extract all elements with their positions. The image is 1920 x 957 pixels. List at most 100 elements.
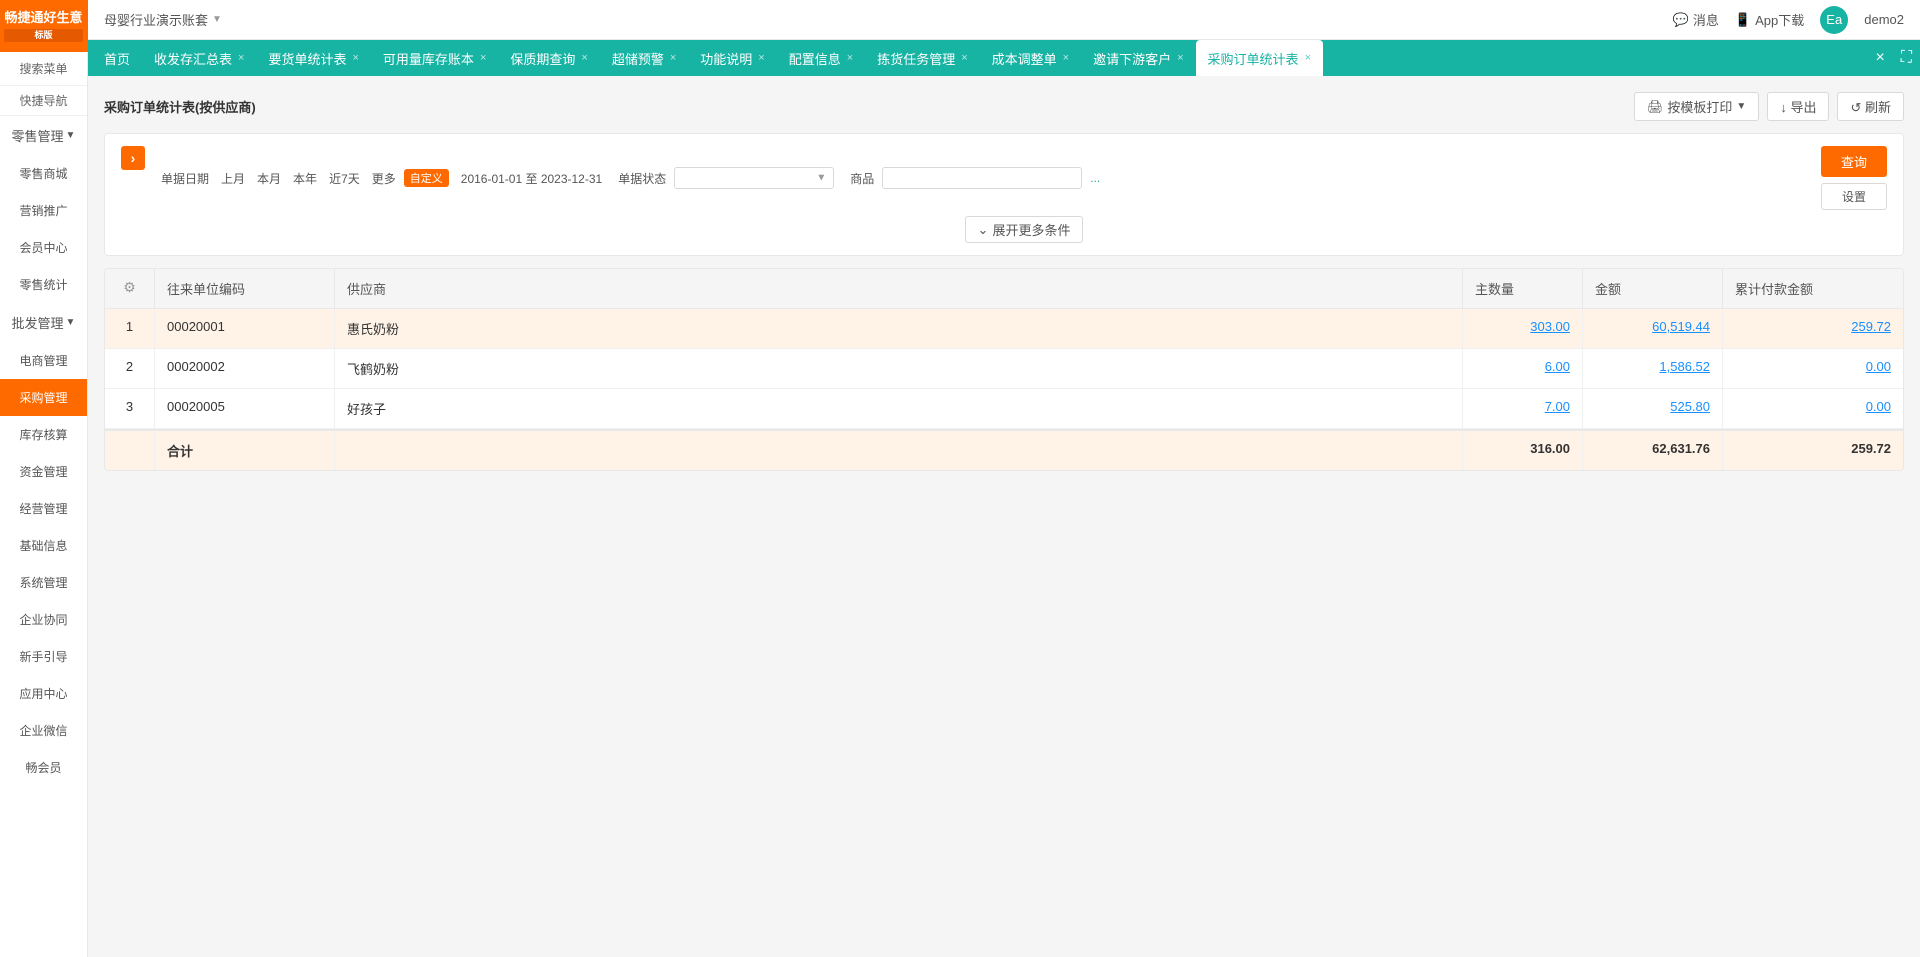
this-year-btn[interactable]: 本年 (289, 169, 321, 188)
sidebar-item-wholesale[interactable]: 批发管理 ▼ (0, 303, 87, 342)
col-header-supplier: 供应商 (335, 269, 1463, 308)
org-name: 母婴行业演示账套 (104, 10, 208, 29)
last-7days-btn[interactable]: 近7天 (325, 169, 364, 188)
tab-purchase-order-stats[interactable]: 采购订单统计表 × (1196, 40, 1323, 76)
sidebar-item-retail-shop[interactable]: 零售商城 (0, 155, 87, 192)
this-month-btn[interactable]: 本月 (253, 169, 285, 188)
tab-receive-summary[interactable]: 收发存汇总表 × (142, 40, 256, 76)
export-button[interactable]: ↓ 导出 (1767, 92, 1829, 121)
cell-code: 00020001 (155, 309, 335, 348)
user-avatar[interactable]: Ea (1820, 6, 1848, 34)
filter-toggle-button[interactable]: › (121, 146, 145, 170)
table-row: 1 00020001 惠氏奶粉 303.00 60,519.44 259.72 (105, 309, 1903, 349)
cell-qty[interactable]: 7.00 (1463, 389, 1583, 428)
tab-home[interactable]: 首页 (92, 40, 142, 76)
sidebar-item-wechat[interactable]: 企业微信 (0, 712, 87, 749)
tab-expiry[interactable]: 保质期查询 × (498, 40, 599, 76)
sidebar-item-enterprise[interactable]: 企业协同 (0, 601, 87, 638)
expand-conditions-button[interactable]: ⌄ 展开更多条件 (965, 216, 1084, 243)
column-settings-icon[interactable]: ⚙ (123, 279, 136, 295)
cell-qty[interactable]: 6.00 (1463, 349, 1583, 388)
org-selector[interactable]: 母婴行业演示账套 ▼ (104, 10, 222, 29)
filter-row: 单据日期 上月 本月 本年 近7天 更多 自定义 2016-01-01 至 20… (161, 146, 1887, 210)
sidebar-item-basic[interactable]: 基础信息 (0, 527, 87, 564)
goods-input[interactable] (882, 167, 1082, 189)
close-icon[interactable]: × (1063, 52, 1069, 64)
tab-label: 可用量库存账本 (383, 49, 474, 68)
close-icon[interactable]: × (758, 52, 764, 64)
close-icon[interactable]: × (670, 52, 676, 64)
refresh-label: 刷新 (1865, 100, 1891, 115)
status-select[interactable] (674, 167, 834, 189)
custom-date-badge[interactable]: 自定义 (404, 169, 449, 187)
table-header: ⚙ 往来单位编码 供应商 主数量 金额 累计付款金额 (105, 269, 1903, 309)
sidebar-item-purchase[interactable]: 采购管理 (0, 379, 87, 416)
action-buttons: 查询 设置 (1821, 146, 1887, 210)
username: demo2 (1864, 12, 1904, 27)
col-header-settings: ⚙ (105, 269, 155, 308)
refresh-icon: ↺ (1850, 100, 1865, 115)
sidebar-item-retail-mgmt[interactable]: 零售管理 ▼ (0, 116, 87, 155)
settings-button[interactable]: 设置 (1821, 183, 1887, 210)
org-dropdown-icon: ▼ (212, 14, 222, 25)
tab-available-inventory[interactable]: 可用量库存账本 × (371, 40, 498, 76)
tab-config[interactable]: 配置信息 × (777, 40, 865, 76)
more-date-btn[interactable]: 更多 (368, 169, 400, 188)
close-icon[interactable]: × (238, 52, 244, 64)
fullscreen-icon[interactable]: ⛶ (1897, 49, 1916, 67)
expand-label: 展开更多条件 (992, 220, 1070, 239)
cell-supplier: 飞鹤奶粉 (335, 349, 1463, 388)
sidebar-item-inventory[interactable]: 库存核算 (0, 416, 87, 453)
footer-amount: 62,631.76 (1583, 431, 1723, 470)
close-icon[interactable]: × (581, 52, 587, 64)
col-header-paid: 累计付款金额 (1723, 269, 1903, 308)
cell-paid[interactable]: 0.00 (1723, 349, 1903, 388)
sidebar-item-guide[interactable]: 新手引导 (0, 638, 87, 675)
cell-supplier: 惠氏奶粉 (335, 309, 1463, 348)
close-icon[interactable]: × (1177, 52, 1183, 64)
message-button[interactable]: 💬 消息 (1673, 10, 1719, 29)
sidebar-item-ecommerce[interactable]: 电商管理 (0, 342, 87, 379)
app-download-button[interactable]: 📱 App下载 (1735, 10, 1804, 29)
close-icon-active[interactable]: × (1305, 52, 1311, 64)
tab-purchase-stats[interactable]: 要货单统计表 × (256, 40, 370, 76)
tab-function-desc[interactable]: 功能说明 × (688, 40, 776, 76)
close-icon[interactable]: × (961, 52, 967, 64)
sidebar-item-finance[interactable]: 资金管理 (0, 453, 87, 490)
sidebar-item-retail-stats[interactable]: 零售统计 (0, 266, 87, 303)
expand-down-icon: ⌄ (978, 222, 989, 238)
last-month-btn[interactable]: 上月 (217, 169, 249, 188)
more-filter-btn[interactable]: ... (1090, 171, 1100, 185)
cell-amount[interactable]: 525.80 (1583, 389, 1723, 428)
cell-paid[interactable]: 0.00 (1723, 389, 1903, 428)
cell-paid[interactable]: 259.72 (1723, 309, 1903, 348)
close-icon[interactable]: × (352, 52, 358, 64)
sidebar-item-app-center[interactable]: 应用中心 (0, 675, 87, 712)
logo-text: 畅捷通好生意 标版 (4, 10, 82, 43)
refresh-button[interactable]: ↺ 刷新 (1837, 92, 1904, 121)
sidebar-item-system[interactable]: 系统管理 (0, 564, 87, 601)
close-icon[interactable]: × (480, 52, 486, 64)
export-icon: ↓ (1780, 100, 1790, 115)
close-icon[interactable]: × (847, 52, 853, 64)
cell-qty[interactable]: 303.00 (1463, 309, 1583, 348)
sidebar-item-vip[interactable]: 畅会员 (0, 749, 87, 786)
sidebar-item-marketing[interactable]: 营销推广 (0, 192, 87, 229)
sidebar-item-member[interactable]: 会员中心 (0, 229, 87, 266)
app-label: App下载 (1755, 10, 1804, 29)
quick-nav[interactable]: 快捷导航 (0, 86, 87, 116)
cell-seq: 1 (105, 309, 155, 348)
query-button[interactable]: 查询 (1821, 146, 1887, 177)
print-button[interactable]: 🖨 按模板打印 ▼ (1634, 92, 1759, 121)
search-menu[interactable]: 搜索菜单 (0, 52, 87, 86)
tab-invite-downstream[interactable]: 邀请下游客户 × (1081, 40, 1195, 76)
sidebar-item-business[interactable]: 经营管理 (0, 490, 87, 527)
tab-cost-adjust[interactable]: 成本调整单 × (980, 40, 1081, 76)
cell-amount[interactable]: 1,586.52 (1583, 349, 1723, 388)
cell-supplier: 好孩子 (335, 389, 1463, 428)
col-header-qty: 主数量 (1463, 269, 1583, 308)
tab-pick-task[interactable]: 拣货任务管理 × (865, 40, 979, 76)
cell-amount[interactable]: 60,519.44 (1583, 309, 1723, 348)
tab-overstock[interactable]: 超储预警 × (600, 40, 688, 76)
close-window-icon[interactable]: × (1871, 49, 1888, 67)
